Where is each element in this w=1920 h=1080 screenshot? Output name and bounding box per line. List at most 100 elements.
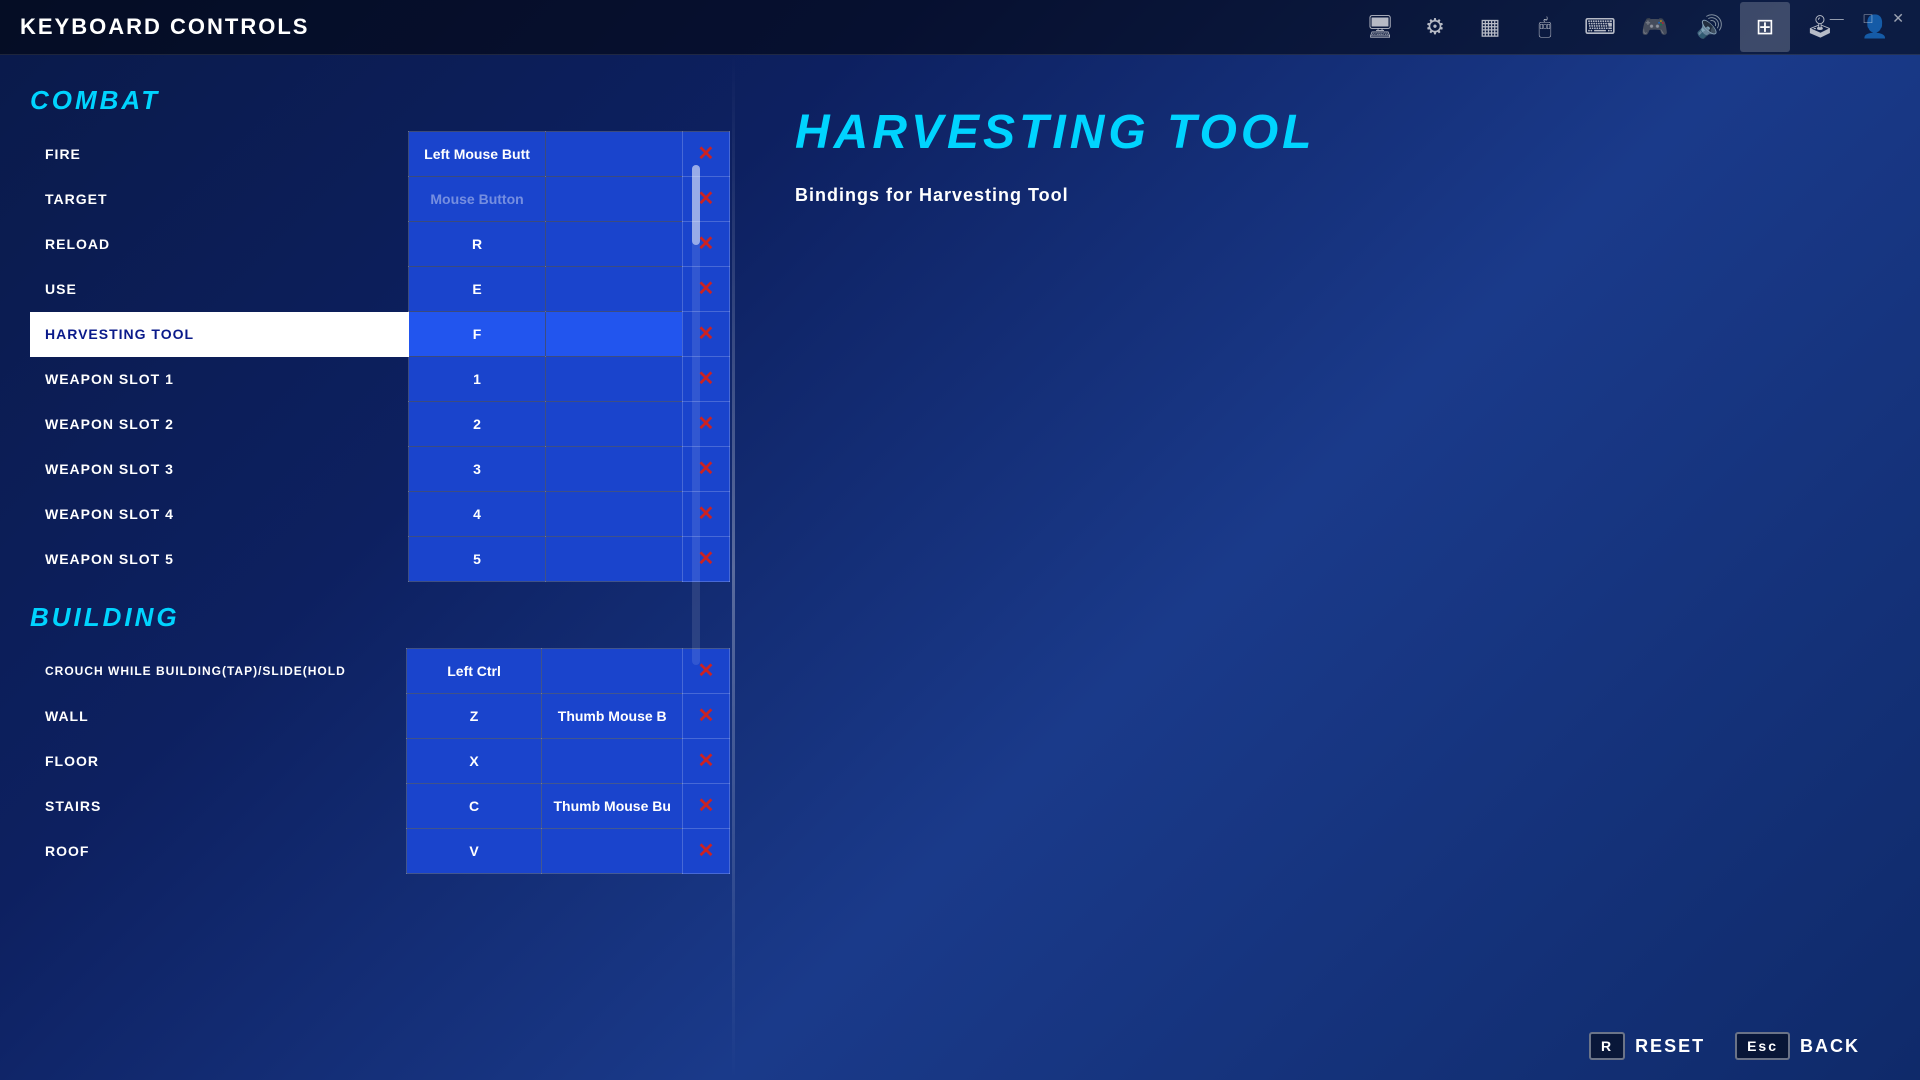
crouch-building-delete[interactable]: ✕ bbox=[682, 649, 729, 694]
harvesting-tool-delete[interactable]: ✕ bbox=[682, 312, 729, 357]
weapon-slot-5-action: WEAPON SLOT 5 bbox=[30, 537, 409, 582]
roof-delete[interactable]: ✕ bbox=[682, 829, 729, 874]
page-title: KEYBOARD CONTROLS bbox=[20, 14, 309, 40]
weapon-slot-3-key1[interactable]: 3 bbox=[409, 447, 546, 492]
crouch-building-action: CROUCH WHILE BUILDING(TAP)/SLIDE(HOLD bbox=[30, 649, 406, 694]
crouch-building-delete-icon[interactable]: ✕ bbox=[698, 661, 715, 681]
keybind-icon[interactable]: ⊞ bbox=[1740, 2, 1790, 52]
weapon-slot-4-key2[interactable] bbox=[545, 492, 682, 537]
keyboard-icon[interactable]: ⌨ bbox=[1575, 2, 1625, 52]
weapon-slot-2-key2[interactable] bbox=[545, 402, 682, 447]
audio-icon[interactable]: 🔊 bbox=[1685, 2, 1735, 52]
weapon-slot-4-key1[interactable]: 4 bbox=[409, 492, 546, 537]
combat-section-header: COMBAT bbox=[30, 85, 735, 116]
weapon-slot-5-key2[interactable] bbox=[545, 537, 682, 582]
reload-key2[interactable] bbox=[545, 222, 682, 267]
floor-row[interactable]: FLOOR X ✕ bbox=[30, 739, 730, 784]
harvesting-tool-key2[interactable] bbox=[545, 312, 682, 357]
weapon-slot-5-row[interactable]: WEAPON SLOT 5 5 ✕ bbox=[30, 537, 730, 582]
combat-bindings-table: FIRE Left Mouse Butt ✕ TARGET Mouse Butt… bbox=[30, 131, 730, 582]
weapon-slot-2-row[interactable]: WEAPON SLOT 2 2 ✕ bbox=[30, 402, 730, 447]
floor-delete-icon[interactable]: ✕ bbox=[698, 751, 715, 771]
weapon-slot-3-row[interactable]: WEAPON SLOT 3 3 ✕ bbox=[30, 447, 730, 492]
mouse-icon[interactable]: 🖱 bbox=[1520, 2, 1570, 52]
wall-row[interactable]: WALL Z Thumb Mouse B ✕ bbox=[30, 694, 730, 739]
reset-button[interactable]: R RESET bbox=[1589, 1032, 1705, 1060]
weapon-slot-1-action: WEAPON SLOT 1 bbox=[30, 357, 409, 402]
right-panel: HARVESTING TOOL Bindings for Harvesting … bbox=[735, 55, 1920, 1080]
weapon-slot-5-delete[interactable]: ✕ bbox=[682, 537, 729, 582]
roof-key2[interactable] bbox=[542, 829, 682, 874]
close-button[interactable]: ✕ bbox=[1886, 8, 1910, 29]
wall-delete[interactable]: ✕ bbox=[682, 694, 729, 739]
use-delete[interactable]: ✕ bbox=[682, 267, 729, 312]
stairs-delete[interactable]: ✕ bbox=[682, 784, 729, 829]
use-key2[interactable] bbox=[545, 267, 682, 312]
nav-icons: 🖥 ⚙ ▦ 🖱 ⌨ 🎮 🔊 ⊞ 🕹 👤 bbox=[1355, 2, 1900, 52]
weapon-slot-4-action: WEAPON SLOT 4 bbox=[30, 492, 409, 537]
crouch-building-row[interactable]: CROUCH WHILE BUILDING(TAP)/SLIDE(HOLD Le… bbox=[30, 649, 730, 694]
scroll-thumb[interactable] bbox=[692, 165, 700, 245]
fire-row[interactable]: FIRE Left Mouse Butt ✕ bbox=[30, 132, 730, 177]
monitor-icon[interactable]: 🖥 bbox=[1355, 2, 1405, 52]
back-label: BACK bbox=[1800, 1036, 1860, 1057]
crouch-building-key2[interactable] bbox=[542, 649, 682, 694]
minimize-button[interactable]: — bbox=[1824, 8, 1850, 29]
fire-key2[interactable] bbox=[545, 132, 682, 177]
floor-delete[interactable]: ✕ bbox=[682, 739, 729, 784]
back-key: Esc bbox=[1735, 1032, 1790, 1060]
roof-delete-icon[interactable]: ✕ bbox=[698, 841, 715, 861]
target-delete[interactable]: ✕ bbox=[682, 177, 729, 222]
target-key2[interactable] bbox=[545, 177, 682, 222]
harvesting-tool-row[interactable]: HARVESTING TOOL F ✕ bbox=[30, 312, 730, 357]
stairs-key2[interactable]: Thumb Mouse Bu bbox=[542, 784, 682, 829]
target-key1[interactable]: Mouse Button bbox=[409, 177, 546, 222]
weapon-slot-1-row[interactable]: WEAPON SLOT 1 1 ✕ bbox=[30, 357, 730, 402]
roof-key1[interactable]: V bbox=[406, 829, 542, 874]
weapon-slot-3-key2[interactable] bbox=[545, 447, 682, 492]
stairs-key1[interactable]: C bbox=[406, 784, 542, 829]
stairs-action: STAIRS bbox=[30, 784, 406, 829]
weapon-slot-2-delete[interactable]: ✕ bbox=[682, 402, 729, 447]
floor-key2[interactable] bbox=[542, 739, 682, 784]
weapon-slot-3-delete[interactable]: ✕ bbox=[682, 447, 729, 492]
use-action: USE bbox=[30, 267, 409, 312]
reset-label: RESET bbox=[1635, 1036, 1705, 1057]
reload-key1[interactable]: R bbox=[409, 222, 546, 267]
wall-key2[interactable]: Thumb Mouse B bbox=[542, 694, 682, 739]
building-bindings-table: CROUCH WHILE BUILDING(TAP)/SLIDE(HOLD Le… bbox=[30, 648, 730, 874]
window-controls: — □ ✕ bbox=[1824, 8, 1910, 29]
reload-delete[interactable]: ✕ bbox=[682, 222, 729, 267]
weapon-slot-1-delete[interactable]: ✕ bbox=[682, 357, 729, 402]
weapon-slot-4-row[interactable]: WEAPON SLOT 4 4 ✕ bbox=[30, 492, 730, 537]
weapon-slot-4-delete[interactable]: ✕ bbox=[682, 492, 729, 537]
weapon-slot-1-key1[interactable]: 1 bbox=[409, 357, 546, 402]
reload-row[interactable]: RELOAD R ✕ bbox=[30, 222, 730, 267]
layout-icon[interactable]: ▦ bbox=[1465, 2, 1515, 52]
weapon-slot-5-key1[interactable]: 5 bbox=[409, 537, 546, 582]
crouch-building-key1[interactable]: Left Ctrl bbox=[406, 649, 542, 694]
harvesting-tool-key1[interactable]: F bbox=[409, 312, 546, 357]
fire-key1[interactable]: Left Mouse Butt bbox=[409, 132, 546, 177]
title-bar: KEYBOARD CONTROLS 🖥 ⚙ ▦ 🖱 ⌨ 🎮 🔊 ⊞ 🕹 👤 — … bbox=[0, 0, 1920, 55]
maximize-button[interactable]: □ bbox=[1858, 8, 1878, 29]
detail-title: HARVESTING TOOL bbox=[795, 105, 1860, 160]
fire-delete[interactable]: ✕ bbox=[682, 132, 729, 177]
weapon-slot-2-key1[interactable]: 2 bbox=[409, 402, 546, 447]
controller2-icon[interactable]: 🎮 bbox=[1630, 2, 1680, 52]
stairs-row[interactable]: STAIRS C Thumb Mouse Bu ✕ bbox=[30, 784, 730, 829]
use-key1[interactable]: E bbox=[409, 267, 546, 312]
floor-action: FLOOR bbox=[30, 739, 406, 784]
scrollbar[interactable] bbox=[692, 165, 700, 665]
floor-key1[interactable]: X bbox=[406, 739, 542, 784]
wall-delete-icon[interactable]: ✕ bbox=[698, 706, 715, 726]
roof-row[interactable]: ROOF V ✕ bbox=[30, 829, 730, 874]
weapon-slot-1-key2[interactable] bbox=[545, 357, 682, 402]
wall-key1[interactable]: Z bbox=[406, 694, 542, 739]
use-row[interactable]: USE E ✕ bbox=[30, 267, 730, 312]
back-button[interactable]: Esc BACK bbox=[1735, 1032, 1860, 1060]
gear-icon[interactable]: ⚙ bbox=[1410, 2, 1460, 52]
fire-delete-icon[interactable]: ✕ bbox=[697, 144, 714, 164]
target-row[interactable]: TARGET Mouse Button ✕ bbox=[30, 177, 730, 222]
stairs-delete-icon[interactable]: ✕ bbox=[698, 796, 715, 816]
